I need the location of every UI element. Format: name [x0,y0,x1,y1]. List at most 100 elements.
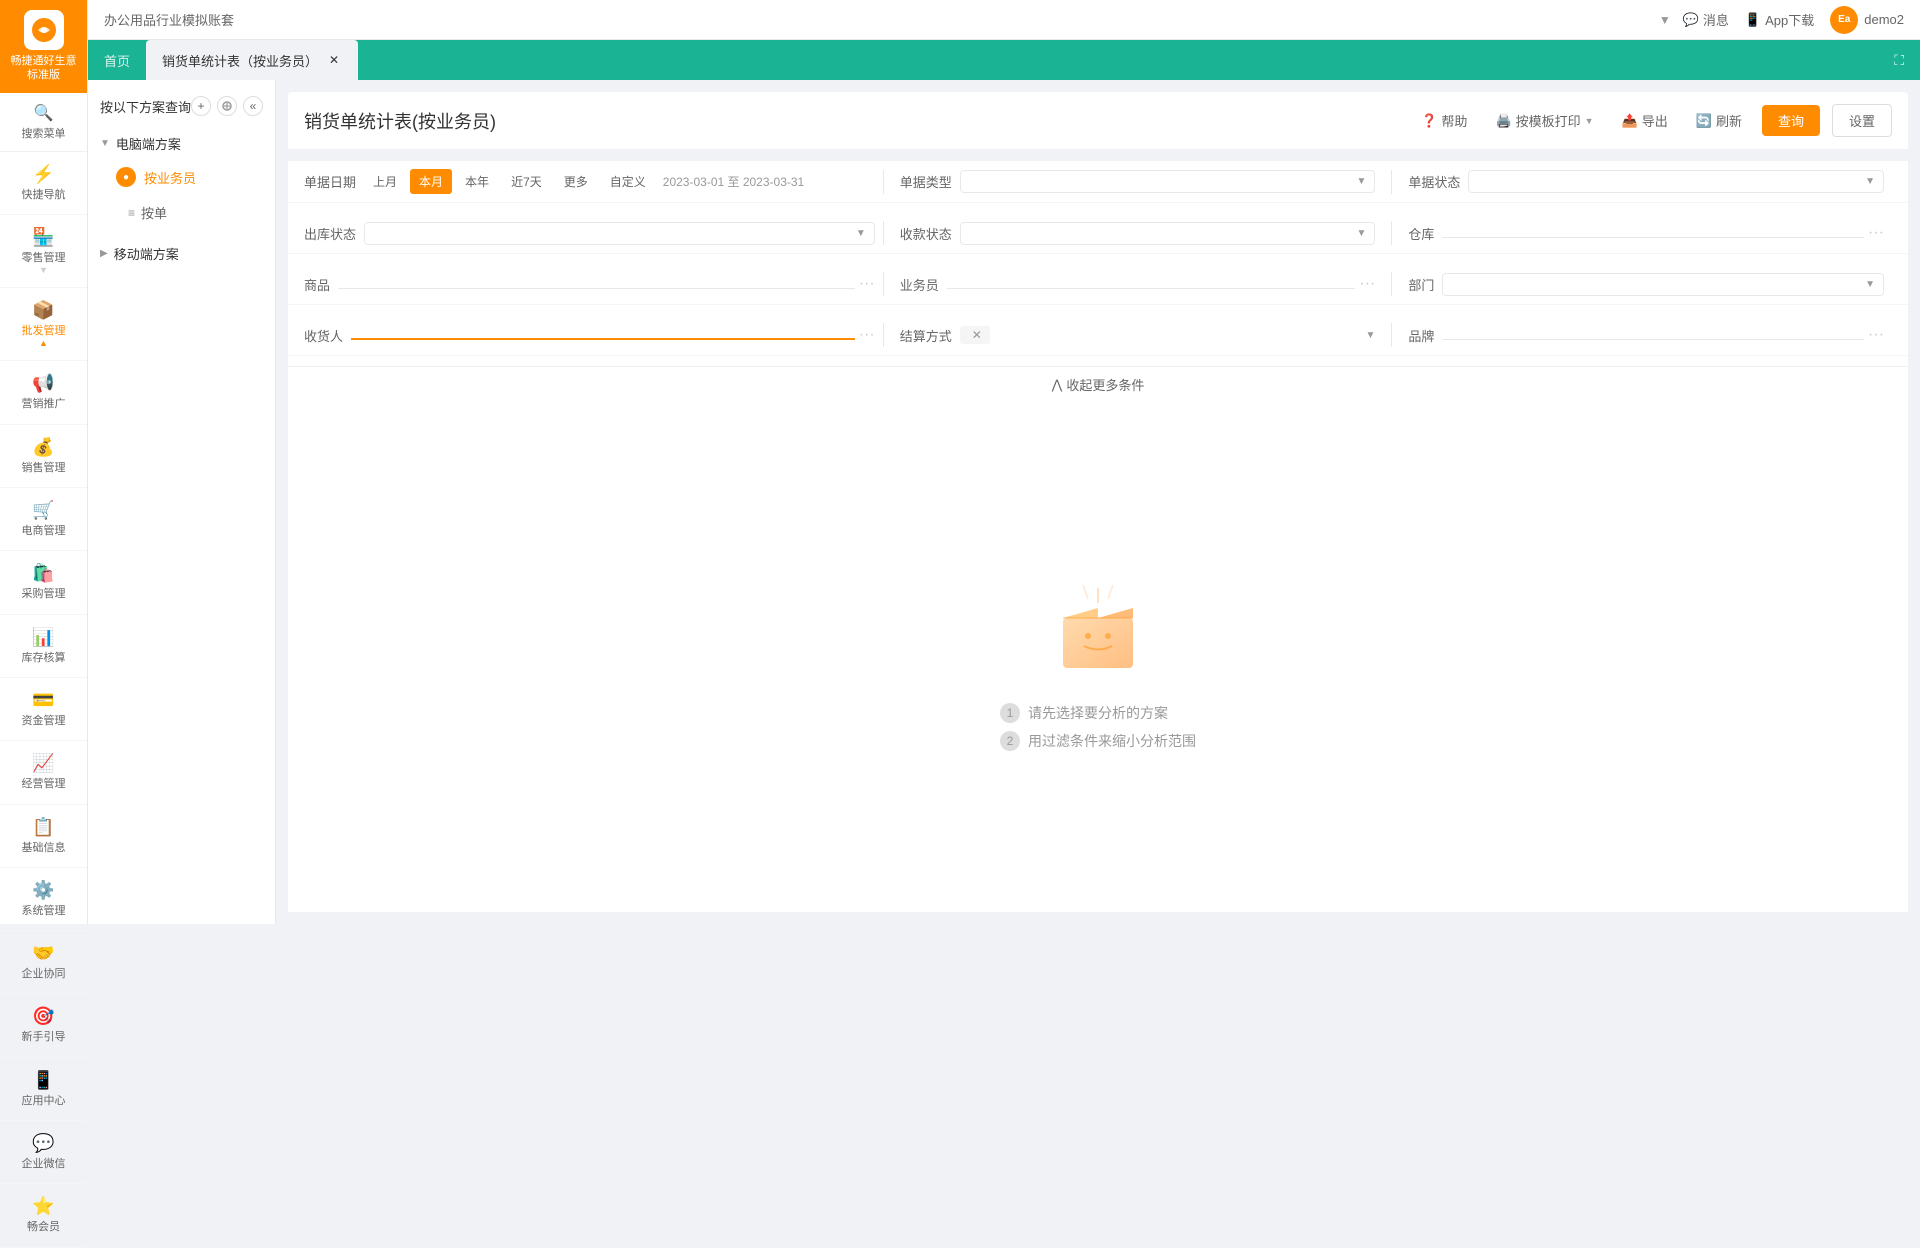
topbar-title: 办公用品行业模拟账套 [104,10,1647,29]
tab-sales-stats[interactable]: 销货单统计表（按业务员） ✕ [146,40,358,80]
collapse-row: ⋀ 收起更多条件 [288,366,1908,402]
date-last-7days-btn[interactable]: 近7天 [502,169,551,194]
divider4 [1391,221,1392,245]
add-scheme-btn[interactable]: + [191,96,211,116]
doc-type-select[interactable]: ▼ [960,170,1376,193]
page-header: 销货单统计表(按业务员) ❓ 帮助 🖨️ 按模板打印 ▼ 📤 导出 [288,92,1908,149]
doc-status-label: 单据状态 [1408,172,1460,191]
tab-close-btn[interactable]: ✕ [326,52,342,68]
messages-btn[interactable]: 💬 消息 [1683,10,1729,29]
receipt-status-label: 收款状态 [900,224,952,243]
sidebar-item-apps[interactable]: 📱 应用中心 [0,1058,87,1121]
app-download-btn[interactable]: 📱 App下载 [1745,10,1814,29]
out-status-select[interactable]: ▼ [364,222,875,245]
empty-tip-1: 1 请先选择要分析的方案 [1000,703,1196,723]
scheme-by-order[interactable]: ≡ 按单 [88,195,275,230]
sidebar-item-newbie[interactable]: 🎯 新手引导 [0,994,87,1057]
date-label: 单据日期 [304,172,356,191]
sidebar-item-system[interactable]: ⚙️ 系统管理 [0,868,87,931]
sidebar-item-inventory[interactable]: 📊 库存核算 [0,615,87,678]
scheme-by-salesperson[interactable]: ● 按业务员 [88,159,275,195]
date-last-month-btn[interactable]: 上月 [364,169,406,194]
empty-state: 1 请先选择要分析的方案 2 用过滤条件来缩小分析范围 [288,402,1908,912]
sidebar-item-basic[interactable]: 📋 基础信息 [0,805,87,868]
date-this-year-btn[interactable]: 本年 [456,169,498,194]
topbar: 办公用品行业模拟账套 ▼ 💬 消息 📱 App下载 Ea demo2 [88,0,1920,40]
date-range: 2023-03-01 至 2023-03-31 [663,173,804,190]
edit-scheme-btn[interactable] [217,96,237,116]
sidebar-search[interactable]: 🔍 搜索菜单 [0,93,87,152]
logo-text: 畅捷通好生意 标准版 [8,54,79,83]
brand-dots-btn[interactable]: ··· [1868,326,1884,344]
warehouse-label: 仓库 [1408,224,1434,243]
sidebar: 畅捷通好生意 标准版 🔍 搜索菜单 ⚡ 快捷导航 🏪 零售管理 ▼ 📦 批发管理… [0,0,88,924]
sidebar-item-wechat[interactable]: 💬 企业微信 [0,1121,87,1184]
sidebar-item-member[interactable]: ⭐ 畅会员 [0,1184,87,1247]
brand-label: 品牌 [1408,326,1434,345]
user-menu-btn[interactable]: Ea demo2 [1830,6,1904,34]
doc-type-label: 单据类型 [900,172,952,191]
salesperson-label: 业务员 [900,275,939,294]
help-btn[interactable]: ❓ 帮助 [1413,107,1475,134]
tabbar: 首页 销货单统计表（按业务员） ✕ ⛶ [88,40,1920,80]
empty-tip-2: 2 用过滤条件来缩小分析范围 [1000,731,1196,751]
department-select[interactable]: ▼ [1442,273,1884,296]
mobile-scheme-group: ▶ 移动端方案 [88,234,275,273]
scheme-sub-icon: ≡ [128,206,135,220]
warehouse-dots-btn[interactable]: ··· [1868,224,1884,242]
sidebar-shortcut[interactable]: ⚡ 快捷导航 [0,152,87,215]
collapse-panel-btn[interactable]: « [243,96,263,116]
sidebar-item-finance[interactable]: 💳 资金管理 [0,678,87,741]
logo[interactable]: 畅捷通好生意 标准版 [0,0,87,93]
date-more-btn[interactable]: 更多 [555,169,597,194]
date-custom-btn[interactable]: 自定义 [601,169,655,194]
divider6 [1391,272,1392,296]
settings-btn[interactable]: 设置 [1832,104,1892,137]
divider5 [883,272,884,296]
query-btn[interactable]: 查询 [1762,105,1820,136]
product-dots-btn[interactable]: ··· [859,275,875,293]
scheme-icon: ● [116,167,136,187]
settlement-clear-tag: ✕ [960,326,990,344]
collapse-btn[interactable]: ⋀ 收起更多条件 [1052,375,1145,394]
divider2 [1391,170,1392,194]
content: 按以下方案查询 + « ▼ 电脑端方案 ● 按业务员 [88,80,1920,924]
sidebar-item-retail[interactable]: 🏪 零售管理 ▼ [0,215,87,288]
receiver-label: 收货人 [304,326,343,345]
divider3 [883,221,884,245]
left-panel: 按以下方案查询 + « ▼ 电脑端方案 ● 按业务员 [88,80,276,924]
main-area: 办公用品行业模拟账套 ▼ 💬 消息 📱 App下载 Ea demo2 首页 [88,0,1920,924]
department-label: 部门 [1408,275,1434,294]
desktop-scheme-group: ▼ 电脑端方案 ● 按业务员 ≡ 按单 [88,124,275,234]
receiver-dots-btn[interactable]: ··· [859,326,875,344]
sidebar-item-operations[interactable]: 📈 经营管理 [0,741,87,804]
sidebar-item-purchase[interactable]: 🛍️ 采购管理 [0,551,87,614]
divider1 [883,170,884,194]
settlement-clear-btn[interactable]: ✕ [970,328,984,342]
topbar-dropdown-btn[interactable]: ▼ [1659,13,1671,27]
sidebar-item-marketing[interactable]: 📢 营销推广 [0,361,87,424]
export-btn[interactable]: 📤 导出 [1614,107,1676,134]
tab-home[interactable]: 首页 [88,40,146,80]
salesperson-dots-btn[interactable]: ··· [1359,275,1375,293]
right-panel: 销货单统计表(按业务员) ❓ 帮助 🖨️ 按模板打印 ▼ 📤 导出 [276,80,1920,924]
refresh-btn[interactable]: 🔄 刷新 [1688,107,1750,134]
product-label: 商品 [304,275,330,294]
left-panel-actions: + « [191,96,263,116]
settlement-label: 结算方式 [900,326,952,345]
page-header-actions: ❓ 帮助 🖨️ 按模板打印 ▼ 📤 导出 🔄 刷新 [1413,104,1892,137]
mobile-scheme-header[interactable]: ▶ 移动端方案 [88,238,275,269]
date-this-month-btn[interactable]: 本月 [410,169,452,194]
sidebar-item-wholesale[interactable]: 📦 批发管理 ▲ [0,288,87,361]
desktop-scheme-header[interactable]: ▼ 电脑端方案 [88,128,275,159]
logo-icon [24,10,64,50]
receipt-status-select[interactable]: ▼ [960,222,1376,245]
sidebar-item-ecommerce[interactable]: 🛒 电商管理 [0,488,87,551]
sidebar-item-enterprise[interactable]: 🤝 企业协同 [0,931,87,994]
doc-status-select[interactable]: ▼ [1468,170,1884,193]
avatar: Ea [1830,6,1858,34]
filter-section: 单据日期 上月 本月 本年 近7天 更多 自定义 2023-03-01 至 20… [288,161,1908,402]
print-btn[interactable]: 🖨️ 按模板打印 ▼ [1487,107,1601,134]
sidebar-item-sales[interactable]: 💰 销售管理 [0,425,87,488]
tab-maximize-btn[interactable]: ⛶ [1894,52,1920,69]
